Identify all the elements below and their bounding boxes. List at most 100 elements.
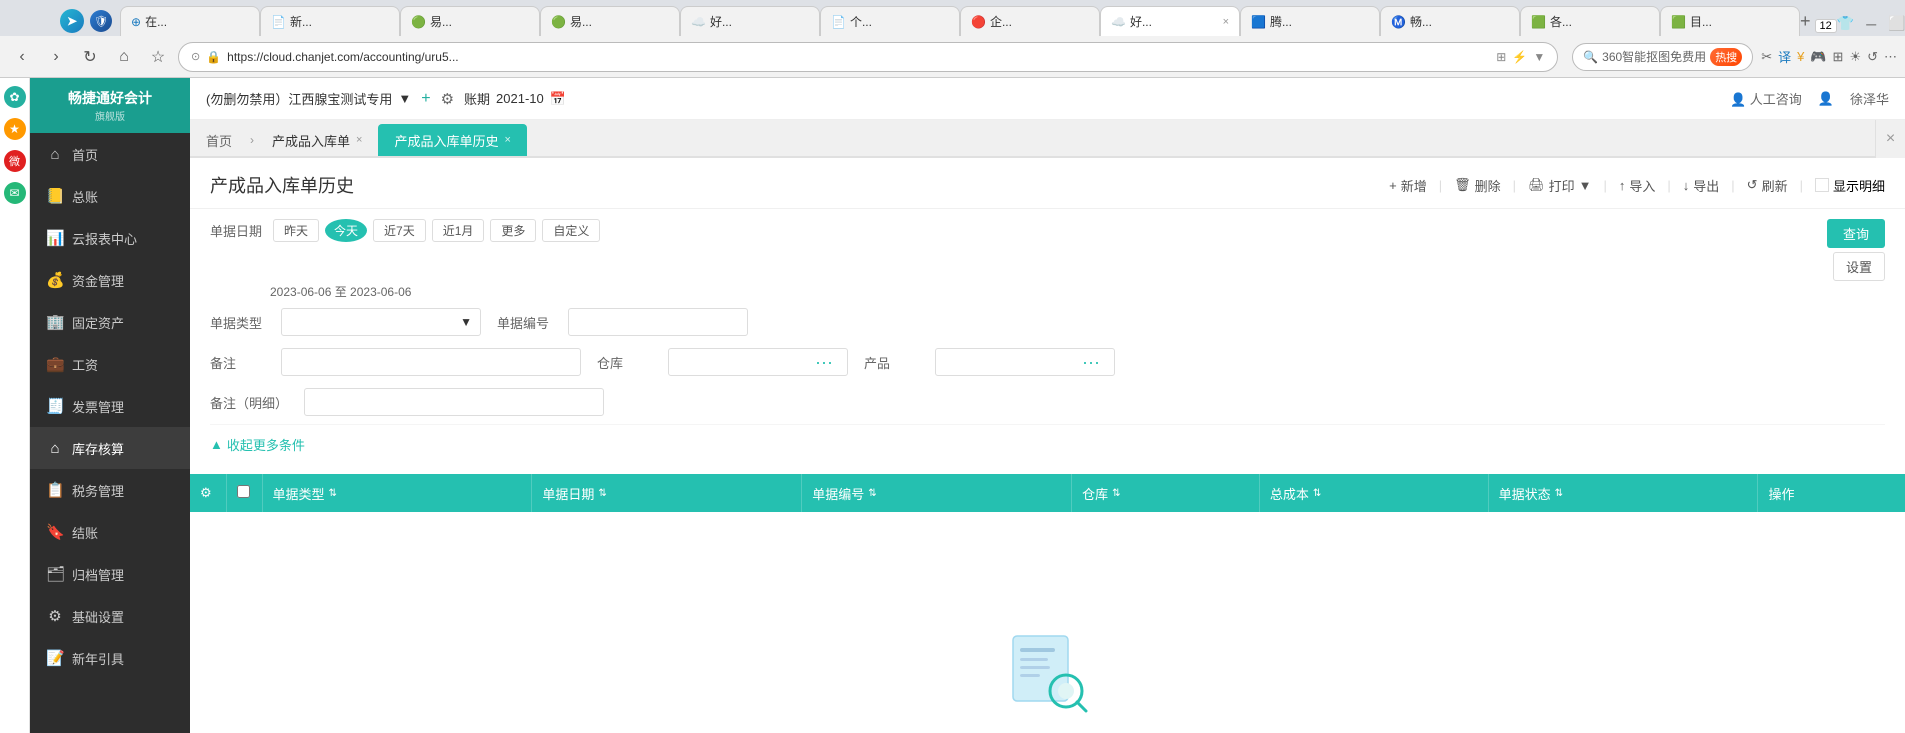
home-button[interactable]: ⌂	[110, 43, 138, 71]
col-checkbox[interactable]	[226, 474, 262, 512]
col-date[interactable]: 单据日期 ⇅	[532, 474, 802, 512]
select-all-checkbox[interactable]	[237, 485, 250, 498]
sidebar-item-basic[interactable]: ⚙ 基础设置	[30, 595, 190, 637]
browser-tab-4[interactable]: 🟢 易...	[540, 6, 680, 36]
minimize-button[interactable]: ─	[1866, 16, 1876, 32]
translate-icon[interactable]: 译	[1778, 47, 1791, 66]
new-tab-button[interactable]: +	[1800, 6, 1811, 36]
sidebar-item-payroll[interactable]: 💼 工资	[30, 343, 190, 385]
sidebar-item-fund[interactable]: 💰 资金管理	[30, 259, 190, 301]
settings-button[interactable]: 设置	[1833, 252, 1885, 281]
browser-logo[interactable]: ➤	[60, 9, 84, 33]
browser-tab-8[interactable]: ☁️ 好... ×	[1100, 6, 1240, 36]
topbar-settings-icon[interactable]: ⚙	[441, 90, 454, 108]
browser-tab-10[interactable]: Ⓜ️ 畅...	[1380, 6, 1520, 36]
app-icon-1[interactable]: 🛡	[90, 10, 112, 32]
forward-button[interactable]: ›	[42, 43, 70, 71]
col-cost[interactable]: 总成本 ⇅	[1259, 474, 1488, 512]
table-gear-icon[interactable]: ⚙	[200, 485, 212, 500]
col-warehouse[interactable]: 仓库 ⇅	[1072, 474, 1260, 512]
date-7days-btn[interactable]: 近7天	[373, 219, 426, 242]
checkbox-show-detail[interactable]	[1815, 178, 1829, 192]
browser-tab-3[interactable]: 🟢 易...	[400, 6, 540, 36]
import-button[interactable]: ↑ 导入	[1619, 176, 1656, 195]
col-settings[interactable]: ⚙	[190, 474, 226, 512]
browser-tab-9[interactable]: 🟦 腾...	[1240, 6, 1380, 36]
mail-icon[interactable]: ✉	[4, 182, 26, 204]
browser-tab-7[interactable]: 🔴 企...	[960, 6, 1100, 36]
browser-tab-12[interactable]: 🟩 目...	[1660, 6, 1800, 36]
remark-detail-input[interactable]	[304, 388, 604, 416]
weibo-icon[interactable]: 微	[4, 150, 26, 172]
tab-history-close[interactable]: ×	[504, 134, 510, 146]
sidebar-item-inventory[interactable]: ⌂ 库存核算	[30, 427, 190, 469]
period-selector[interactable]: 账期 2021-10 📅	[464, 89, 566, 108]
user-service-link[interactable]: 👤 人工咨询	[1730, 89, 1802, 108]
product-dots[interactable]: ···	[1076, 352, 1106, 373]
rmb-icon[interactable]: ¥	[1797, 49, 1804, 64]
new-button[interactable]: + 新增	[1389, 176, 1427, 195]
grid-icon[interactable]: ⊞	[1496, 50, 1506, 64]
grid2-icon[interactable]: ⊞	[1833, 49, 1844, 65]
sidebar-item-asset[interactable]: 🏢 固定资产	[30, 301, 190, 343]
sidebar-item-archive[interactable]: 🗂 归档管理	[30, 553, 190, 595]
back-button[interactable]: ‹	[8, 43, 36, 71]
browser-tab-2[interactable]: 📄 新...	[260, 6, 400, 36]
tab-list-close[interactable]: ×	[356, 134, 362, 146]
remark-filter-input[interactable]	[281, 348, 581, 376]
refresh-button[interactable]: ↻	[76, 43, 104, 71]
browser-tab-1[interactable]: ⊕ 在...	[120, 6, 260, 36]
show-detail-toggle[interactable]: 显示明细	[1815, 176, 1885, 195]
print-button[interactable]: 🖨 打印 ▼	[1528, 176, 1591, 195]
sidebar-item-tax[interactable]: 📋 税务管理	[30, 469, 190, 511]
add-company-button[interactable]: +	[421, 90, 430, 108]
print-dropdown-icon[interactable]: ▼	[1579, 178, 1592, 193]
sidebar-item-home[interactable]: ⌂ 首页	[30, 133, 190, 175]
date-1month-btn[interactable]: 近1月	[432, 219, 485, 242]
col-type[interactable]: 单据类型 ⇅	[262, 474, 532, 512]
search-box[interactable]: 🔍 360智能抠图免费用 热搜	[1572, 43, 1753, 71]
sidebar-item-ledger[interactable]: 📒 总账	[30, 175, 190, 217]
browser-tab-11[interactable]: 🟩 各...	[1520, 6, 1660, 36]
date-yesterday-btn[interactable]: 昨天	[273, 219, 319, 242]
cut-icon[interactable]: ✂	[1761, 49, 1772, 65]
export-button[interactable]: ↓ 导出	[1683, 176, 1720, 195]
browser-tab-6[interactable]: 📄 个...	[820, 6, 960, 36]
query-button[interactable]: 查询	[1827, 219, 1885, 248]
return-icon[interactable]: ↺	[1867, 49, 1878, 65]
warehouse-dots[interactable]: ···	[809, 352, 839, 373]
maximize-button[interactable]: ⬜	[1888, 15, 1905, 32]
collapse-button[interactable]: ▲ 收起更多条件	[210, 429, 1885, 460]
game-icon[interactable]: 🎮	[1810, 49, 1826, 65]
more-icon[interactable]: ⋯	[1884, 49, 1897, 65]
app-launcher[interactable]: ✿	[4, 86, 26, 108]
tab-list[interactable]: 产成品入库单 ×	[256, 124, 378, 156]
refresh-toolbar-button[interactable]: ↺ 刷新	[1747, 176, 1788, 195]
warehouse-filter-select[interactable]: ···	[668, 348, 848, 376]
star-icon[interactable]: ★	[4, 118, 26, 140]
date-more-btn[interactable]: 更多	[490, 219, 536, 242]
browser-tab-5[interactable]: ☁️ 好...	[680, 6, 820, 36]
tab-history[interactable]: 产成品入库单历史 ×	[378, 124, 526, 156]
lightning-icon[interactable]: ⚡	[1512, 50, 1527, 64]
sidebar-item-invoice[interactable]: 🧾 发票管理	[30, 385, 190, 427]
dropdown-arrow[interactable]: ▼	[1533, 50, 1545, 64]
sun-icon[interactable]: ☀	[1849, 49, 1861, 65]
url-text[interactable]: https://cloud.chanjet.com/accounting/uru…	[227, 50, 1490, 64]
date-today-btn[interactable]: 今天	[325, 219, 367, 242]
sidebar-item-newentry[interactable]: 📝 新年引具	[30, 637, 190, 679]
type-filter-select[interactable]: ▼	[281, 308, 481, 336]
global-close-button[interactable]: ×	[1875, 120, 1905, 158]
number-filter-input[interactable]	[568, 308, 748, 336]
delete-button[interactable]: 🗑 删除	[1454, 176, 1501, 195]
col-status[interactable]: 单据状态 ⇅	[1488, 474, 1758, 512]
company-selector[interactable]: (勿删勿禁用）江西腺宝测试专用 ▼	[206, 89, 411, 108]
col-number[interactable]: 单据编号 ⇅	[802, 474, 1072, 512]
tab-close-8[interactable]: ×	[1223, 16, 1229, 28]
tab-home[interactable]: 首页	[190, 124, 248, 156]
address-bar[interactable]: ⊙ 🔒 https://cloud.chanjet.com/accounting…	[178, 42, 1558, 72]
sidebar-item-report[interactable]: 📊 云报表中心	[30, 217, 190, 259]
date-custom-btn[interactable]: 自定义	[542, 219, 600, 242]
product-filter-select[interactable]: ···	[935, 348, 1115, 376]
app-logo[interactable]: 畅捷通好会计 旗舰版	[30, 78, 190, 133]
